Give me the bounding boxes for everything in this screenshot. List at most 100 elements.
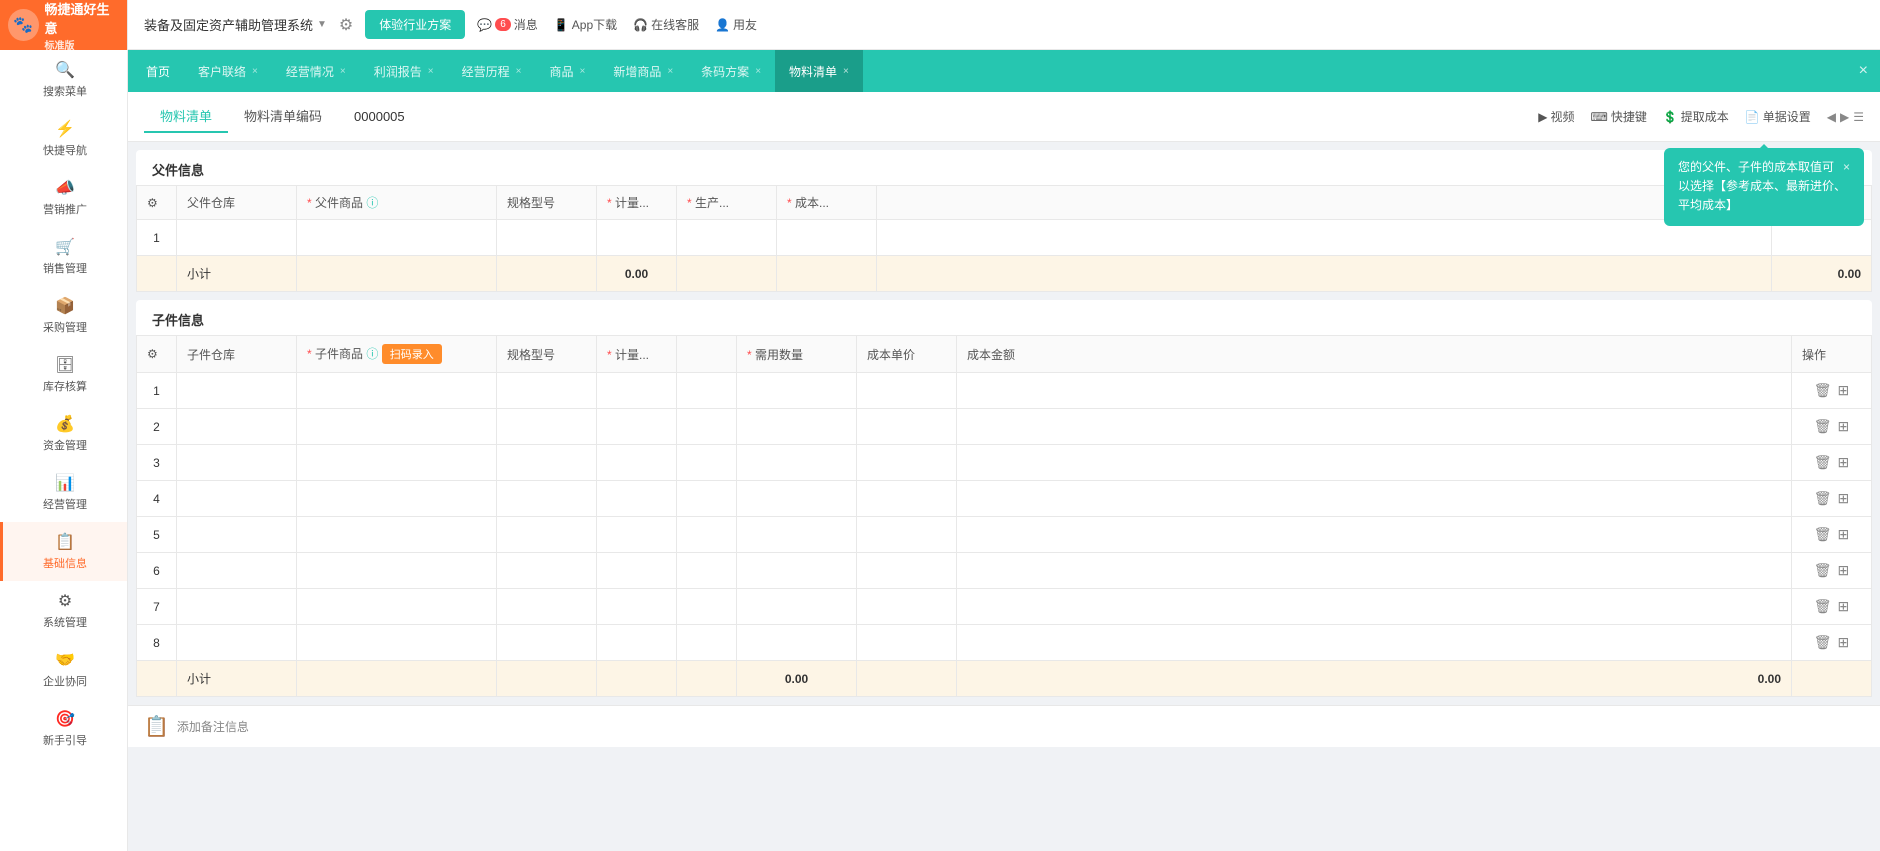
tab-products-close[interactable]: × (579, 66, 585, 77)
child-row-2-qty[interactable] (737, 409, 857, 445)
child-row-1-product[interactable] (297, 373, 497, 409)
child-row-4-copy-icon[interactable]: ⊞ (1838, 490, 1850, 507)
parent-row-1-mfg[interactable] (677, 220, 777, 256)
child-row-4-price[interactable] (857, 481, 957, 517)
child-row-1-delete-icon[interactable]: 🗑 (1814, 382, 1832, 399)
trial-btn[interactable]: 体验行业方案 (365, 10, 465, 39)
view-action[interactable]: ▶ 视频 (1538, 108, 1574, 125)
child-row-6-product[interactable] (297, 553, 497, 589)
child-row-5-price[interactable] (857, 517, 957, 553)
child-row-7-warehouse[interactable] (177, 589, 297, 625)
child-product-info-icon[interactable]: ⓘ (366, 347, 378, 361)
child-row-3-product[interactable] (297, 445, 497, 481)
app-download-action[interactable]: 📱 App下载 (554, 16, 617, 33)
sidebar-item-finance[interactable]: 💰 资金管理 (0, 404, 127, 463)
child-row-6-unit[interactable] (597, 553, 677, 589)
parent-product-info-icon[interactable]: ⓘ (366, 196, 378, 210)
grid-view-icon[interactable]: ☰ (1853, 110, 1864, 124)
sidebar-item-search[interactable]: 🔍 搜索菜单 (0, 50, 127, 109)
child-row-2-warehouse[interactable] (177, 409, 297, 445)
settings-action[interactable]: 📄 单据设置 (1745, 108, 1811, 125)
child-row-2-product[interactable] (297, 409, 497, 445)
nav-prev-icon[interactable]: ◀ (1827, 110, 1836, 124)
parent-row-1-warehouse[interactable] (177, 220, 297, 256)
message-action[interactable]: 💬 6 消息 (477, 16, 538, 33)
tab-customers-close[interactable]: × (252, 66, 258, 77)
child-row-4-delete-icon[interactable]: 🗑 (1814, 490, 1832, 507)
child-row-7-copy-icon[interactable]: ⊞ (1838, 598, 1850, 615)
sidebar-item-basic-info[interactable]: 📋 基础信息 (0, 522, 127, 581)
sidebar-item-quick-nav[interactable]: ⚡ 快捷导航 (0, 109, 127, 168)
settings-gear-icon[interactable]: ⚙ (339, 15, 353, 35)
child-row-1-spec[interactable] (497, 373, 597, 409)
note-label[interactable]: 添加备注信息 (177, 718, 249, 735)
child-row-2-price[interactable] (857, 409, 957, 445)
child-row-7-product[interactable] (297, 589, 497, 625)
child-row-1-warehouse[interactable] (177, 373, 297, 409)
child-row-2-unit[interactable] (597, 409, 677, 445)
parent-row-1-unit[interactable] (597, 220, 677, 256)
sidebar-item-inventory[interactable]: 🗄 库存核算 (0, 345, 127, 404)
page-tab-code[interactable]: 物料清单编码 (228, 100, 338, 133)
tab-barcode-close[interactable]: × (755, 66, 761, 77)
child-row-2-delete-icon[interactable]: 🗑 (1814, 418, 1832, 435)
child-row-8-warehouse[interactable] (177, 625, 297, 661)
child-row-4-product[interactable] (297, 481, 497, 517)
child-row-3-copy-icon[interactable]: ⊞ (1838, 454, 1850, 471)
tab-barcode[interactable]: 条码方案 × (687, 50, 775, 92)
child-row-7-unit[interactable] (597, 589, 677, 625)
child-row-2-copy-icon[interactable]: ⊞ (1838, 418, 1850, 435)
system-dropdown-arrow[interactable]: ▼ (317, 19, 327, 30)
parent-row-1-cost[interactable] (777, 220, 877, 256)
child-row-5-unit[interactable] (597, 517, 677, 553)
child-row-6-warehouse[interactable] (177, 553, 297, 589)
tab-operations-close[interactable]: × (340, 66, 346, 77)
sidebar-item-purchase[interactable]: 📦 采购管理 (0, 286, 127, 345)
tab-operations[interactable]: 经营情况 × (272, 50, 360, 92)
child-row-5-product[interactable] (297, 517, 497, 553)
child-row-3-warehouse[interactable] (177, 445, 297, 481)
tab-profit[interactable]: 利润报告 × (360, 50, 448, 92)
sidebar-item-sales[interactable]: 🛒 销售管理 (0, 227, 127, 286)
tab-bom-close[interactable]: × (843, 66, 849, 77)
child-row-4-spec[interactable] (497, 481, 597, 517)
child-row-5-qty[interactable] (737, 517, 857, 553)
child-row-6-copy-icon[interactable]: ⊞ (1838, 562, 1850, 579)
child-row-7-qty[interactable] (737, 589, 857, 625)
parent-settings-icon[interactable]: ⚙ (147, 196, 158, 210)
child-row-6-price[interactable] (857, 553, 957, 589)
sidebar-item-guide[interactable]: 🎯 新手引导 (0, 699, 127, 758)
child-row-3-spec[interactable] (497, 445, 597, 481)
child-row-3-qty[interactable] (737, 445, 857, 481)
sidebar-item-enterprise[interactable]: 🤝 企业协同 (0, 640, 127, 699)
tab-customers[interactable]: 客户联络 × (184, 50, 272, 92)
child-row-7-spec[interactable] (497, 589, 597, 625)
child-row-7-price[interactable] (857, 589, 957, 625)
user-action[interactable]: 👤 用友 (715, 16, 757, 33)
child-row-1-price[interactable] (857, 373, 957, 409)
scan-btn[interactable]: 扫码录入 (382, 344, 442, 364)
child-row-1-unit[interactable] (597, 373, 677, 409)
child-row-3-delete-icon[interactable]: 🗑 (1814, 454, 1832, 471)
cost-action[interactable]: 💲 提取成本 (1663, 108, 1729, 125)
tab-products[interactable]: 商品 × (535, 50, 599, 92)
parent-row-1-product[interactable] (297, 220, 497, 256)
child-row-8-delete-icon[interactable]: 🗑 (1814, 634, 1832, 651)
sidebar-item-marketing[interactable]: 📣 营销推广 (0, 168, 127, 227)
child-row-2-spec[interactable] (497, 409, 597, 445)
child-row-5-delete-icon[interactable]: 🗑 (1814, 526, 1832, 543)
tab-home[interactable]: 首页 (132, 50, 184, 92)
tab-profit-close[interactable]: × (428, 66, 434, 77)
child-row-7-delete-icon[interactable]: 🗑 (1814, 598, 1832, 615)
child-row-5-copy-icon[interactable]: ⊞ (1838, 526, 1850, 543)
child-row-8-price[interactable] (857, 625, 957, 661)
child-row-4-warehouse[interactable] (177, 481, 297, 517)
nav-next-icon[interactable]: ▶ (1840, 110, 1849, 124)
child-row-5-warehouse[interactable] (177, 517, 297, 553)
tab-new-products[interactable]: 新增商品 × (599, 50, 687, 92)
child-settings-icon[interactable]: ⚙ (147, 347, 158, 361)
close-all-tabs[interactable]: × (1851, 62, 1876, 80)
child-row-3-price[interactable] (857, 445, 957, 481)
tab-new-products-close[interactable]: × (667, 66, 673, 77)
child-row-3-unit[interactable] (597, 445, 677, 481)
